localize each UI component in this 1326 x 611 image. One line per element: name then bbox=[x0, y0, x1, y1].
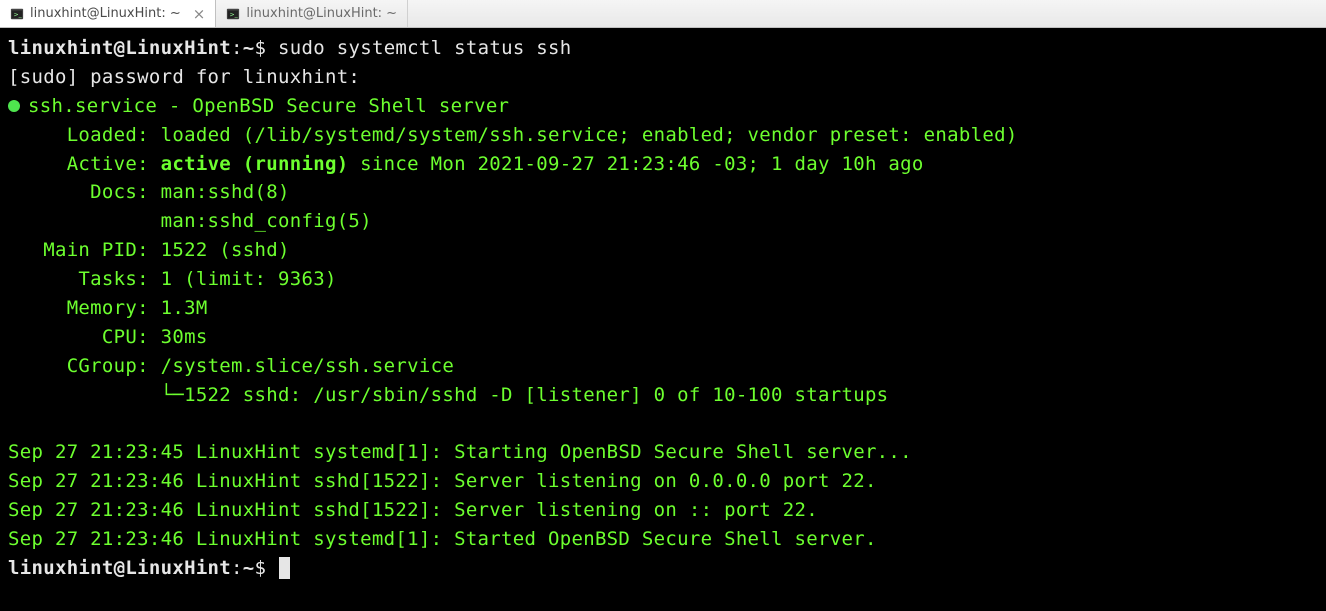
docs-line-2: man:sshd_config(5) bbox=[8, 207, 1318, 236]
log-line: Sep 27 21:23:46 LinuxHint sshd[1522]: Se… bbox=[8, 496, 1318, 525]
close-icon[interactable]: × bbox=[193, 5, 206, 23]
status-label: CGroup: bbox=[8, 355, 161, 377]
log-line: Sep 27 21:23:46 LinuxHint sshd[1522]: Se… bbox=[8, 467, 1318, 496]
active-since: since Mon 2021-09-27 21:23:46 -03; 1 day… bbox=[348, 153, 923, 175]
docs-line: Docs: man:sshd(8) bbox=[8, 178, 1318, 207]
prompt-path: ~ bbox=[243, 37, 255, 59]
status-label: Docs: bbox=[8, 181, 161, 203]
prompt-line-2: linuxhint@LinuxHint:~$ bbox=[8, 554, 1318, 583]
prompt-userhost: linuxhint@LinuxHint bbox=[8, 557, 231, 579]
cpu-value: 30ms bbox=[161, 326, 208, 348]
active-status: active (running) bbox=[161, 153, 349, 175]
cgroup-tree: └─1522 sshd: /usr/sbin/sshd -D [listener… bbox=[8, 381, 1318, 410]
status-label: Tasks: bbox=[8, 268, 161, 290]
cpu-line: CPU: 30ms bbox=[8, 323, 1318, 352]
cgroup-line: CGroup: /system.slice/ssh.service bbox=[8, 352, 1318, 381]
service-header: ssh.service - OpenBSD Secure Shell serve… bbox=[8, 92, 1318, 121]
prompt-symbol: $ bbox=[255, 37, 267, 59]
terminal-output[interactable]: linuxhint@LinuxHint:~$ sudo systemctl st… bbox=[0, 28, 1326, 589]
terminal-icon: >_ bbox=[226, 7, 240, 21]
status-dot-icon bbox=[8, 100, 20, 112]
status-label: Memory: bbox=[8, 297, 161, 319]
mainpid-value: 1522 (sshd) bbox=[161, 239, 290, 261]
svg-text:>_: >_ bbox=[14, 11, 23, 18]
prompt-path: ~ bbox=[243, 557, 255, 579]
prompt-userhost: linuxhint@LinuxHint bbox=[8, 37, 231, 59]
cursor bbox=[279, 557, 290, 579]
terminal-icon: >_ bbox=[10, 7, 24, 21]
mainpid-line: Main PID: 1522 (sshd) bbox=[8, 236, 1318, 265]
tab-terminal-1[interactable]: >_ linuxhint@LinuxHint: ~ × bbox=[0, 0, 216, 27]
window-titlebar: >_ linuxhint@LinuxHint: ~ × >_ linuxhint… bbox=[0, 0, 1326, 28]
status-label: CPU: bbox=[8, 326, 161, 348]
loaded-line: Loaded: loaded (/lib/systemd/system/ssh.… bbox=[8, 121, 1318, 150]
prompt-symbol: $ bbox=[255, 557, 267, 579]
memory-value: 1.3M bbox=[161, 297, 208, 319]
cgroup-value: /system.slice/ssh.service bbox=[161, 355, 454, 377]
active-line: Active: active (running) since Mon 2021-… bbox=[8, 150, 1318, 179]
sudo-prompt: [sudo] password for linuxhint: bbox=[8, 63, 1318, 92]
blank-line bbox=[8, 409, 1318, 438]
status-value: loaded (/lib/systemd/system/ssh.service;… bbox=[161, 124, 1018, 146]
prompt-line: linuxhint@LinuxHint:~$ sudo systemctl st… bbox=[8, 34, 1318, 63]
tab-label: linuxhint@LinuxHint: ~ bbox=[30, 6, 181, 21]
log-line: Sep 27 21:23:45 LinuxHint systemd[1]: St… bbox=[8, 438, 1318, 467]
memory-line: Memory: 1.3M bbox=[8, 294, 1318, 323]
command-text: sudo systemctl status ssh bbox=[278, 37, 571, 59]
status-label: Active: bbox=[8, 153, 161, 175]
service-name: ssh.service - OpenBSD Secure Shell serve… bbox=[28, 95, 509, 117]
tab-label: linuxhint@LinuxHint: ~ bbox=[246, 6, 397, 21]
tasks-line: Tasks: 1 (limit: 9363) bbox=[8, 265, 1318, 294]
log-line: Sep 27 21:23:46 LinuxHint systemd[1]: St… bbox=[8, 525, 1318, 554]
docs-value: man:sshd(8) bbox=[161, 181, 290, 203]
status-label: Main PID: bbox=[8, 239, 161, 261]
status-label: Loaded: bbox=[8, 124, 161, 146]
tab-terminal-2[interactable]: >_ linuxhint@LinuxHint: ~ bbox=[216, 0, 408, 27]
tasks-value: 1 (limit: 9363) bbox=[161, 268, 337, 290]
svg-text:>_: >_ bbox=[230, 11, 239, 18]
